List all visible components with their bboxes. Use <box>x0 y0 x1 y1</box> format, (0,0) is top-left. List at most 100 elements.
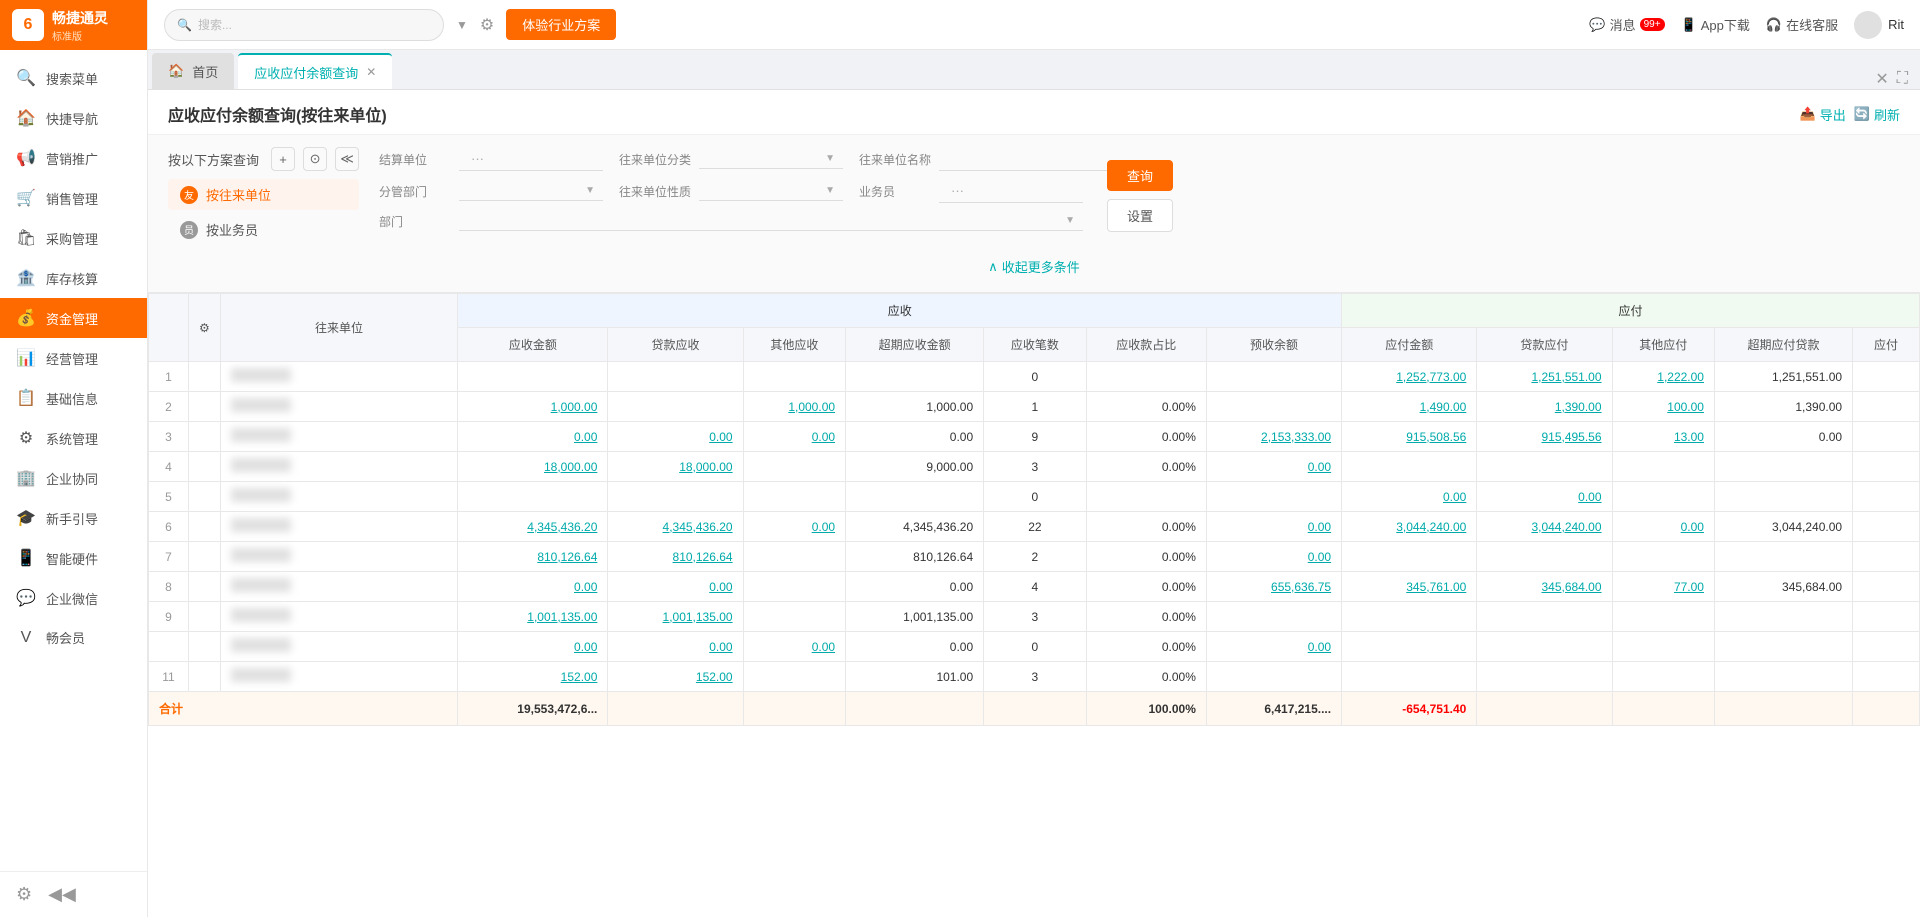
tab-ar-ap[interactable]: 应收应付余额查询 ✕ <box>238 53 392 89</box>
table-link[interactable]: 0.00 <box>812 640 835 654</box>
sidebar-item-warehouse[interactable]: 🏦 库存核算 <box>0 258 147 298</box>
table-link[interactable]: 3,044,240.00 <box>1531 520 1601 534</box>
refresh-btn[interactable]: 🔄 刷新 <box>1854 105 1900 124</box>
window-close-icon[interactable]: ✕ <box>1875 69 1888 89</box>
table-link[interactable]: 810,126.64 <box>673 550 733 564</box>
footer-ar-ratio: 100.00% <box>1086 692 1206 726</box>
sidebar-item-enterprise[interactable]: 🏢 企业协同 <box>0 458 147 498</box>
table-link[interactable]: 0.00 <box>812 520 835 534</box>
filter-option-partner[interactable]: 友 按往来单位 <box>168 179 359 210</box>
department-input[interactable]: ▼ <box>459 211 1083 231</box>
table-link[interactable]: 0.00 <box>1308 550 1331 564</box>
table-link[interactable]: 77.00 <box>1674 580 1704 594</box>
table-link[interactable]: 0.00 <box>709 640 732 654</box>
sidebar-item-vip[interactable]: V 畅会员 <box>0 618 147 657</box>
table-link[interactable]: 1,490.00 <box>1420 400 1467 414</box>
table-link[interactable]: 0.00 <box>709 430 732 444</box>
table-link[interactable]: 345,761.00 <box>1406 580 1466 594</box>
table-link[interactable]: 1,252,773.00 <box>1396 370 1466 384</box>
partner-category-input[interactable]: ▼ <box>699 149 843 169</box>
table-link[interactable]: 0.00 <box>574 430 597 444</box>
tab-bar: 🏠 首页 应收应付余额查询 ✕ ✕ ⛶ <box>148 50 1920 90</box>
table-link[interactable]: 1,000.00 <box>788 400 835 414</box>
collapse-icon[interactable]: ◀◀ <box>48 884 76 905</box>
table-link[interactable]: 152.00 <box>561 670 598 684</box>
query-btn[interactable]: 查询 <box>1107 160 1173 191</box>
topbar-chevron[interactable]: ▼ <box>456 18 468 32</box>
sidebar-item-wechat[interactable]: 💬 企业微信 <box>0 578 147 618</box>
table-link[interactable]: 810,126.64 <box>537 550 597 564</box>
table-link[interactable]: 1,251,551.00 <box>1531 370 1601 384</box>
add-filter-btn[interactable]: + <box>271 147 295 171</box>
table-link[interactable]: 152.00 <box>696 670 733 684</box>
table-link[interactable]: 0.00 <box>574 640 597 654</box>
table-link[interactable]: 0.00 <box>709 580 732 594</box>
sidebar-item-system[interactable]: ⚙ 系统管理 <box>0 418 147 458</box>
table-cell: 11 <box>149 662 189 692</box>
table-link[interactable]: 345,684.00 <box>1541 580 1601 594</box>
table-link[interactable]: 915,508.56 <box>1406 430 1466 444</box>
table-link[interactable]: 0.00 <box>1308 520 1331 534</box>
table-link[interactable]: 13.00 <box>1674 430 1704 444</box>
table-settings-icon[interactable]: ⚙ <box>199 321 210 335</box>
sidebar-item-mgmt[interactable]: 📊 经营管理 <box>0 338 147 378</box>
table-link[interactable]: 0.00 <box>1443 490 1466 504</box>
table-link[interactable]: 18,000.00 <box>544 460 597 474</box>
table-link[interactable]: 0.00 <box>574 580 597 594</box>
sidebar-item-purchase[interactable]: 🛍 采购管理 <box>0 218 147 258</box>
table-cell <box>149 632 189 662</box>
sidebar-item-hardware[interactable]: 📱 智能硬件 <box>0 538 147 578</box>
table-link[interactable]: 1,001,135.00 <box>527 610 597 624</box>
table-cell: 100.00 <box>1612 392 1714 422</box>
table-link[interactable]: 0.00 <box>1308 640 1331 654</box>
table-link[interactable]: 3,044,240.00 <box>1396 520 1466 534</box>
table-link[interactable]: 0.00 <box>812 430 835 444</box>
chevron-up-icon: ∧ <box>988 259 998 275</box>
table-link[interactable]: 1,001,135.00 <box>663 610 733 624</box>
partner-nature-input[interactable]: ▼ <box>699 181 843 201</box>
sidebar-item-sales[interactable]: 🛒 销售管理 <box>0 178 147 218</box>
gear-icon[interactable]: ⚙ <box>480 15 494 35</box>
salesperson-input[interactable]: ··· <box>939 179 1083 203</box>
tab-close-icon[interactable]: ✕ <box>366 65 376 79</box>
table-link[interactable]: 1,222.00 <box>1657 370 1704 384</box>
settings-footer-icon[interactable]: ⚙ <box>16 884 32 905</box>
table-link[interactable]: 1,390.00 <box>1555 400 1602 414</box>
sidebar-item-basic[interactable]: 📋 基础信息 <box>0 378 147 418</box>
topbar-search[interactable]: 🔍 搜索... <box>164 9 444 41</box>
filter-option-salesperson[interactable]: 员 按业务员 <box>168 214 359 245</box>
table-cell: 0.00% <box>1086 422 1206 452</box>
settings-btn[interactable]: 设置 <box>1107 199 1173 232</box>
collapse-btn[interactable]: ∧ 收起更多条件 <box>168 253 1900 280</box>
collapse-filter-btn[interactable]: ≪ <box>335 147 359 171</box>
supervisor-dept-input[interactable]: ▼ <box>459 181 603 201</box>
sidebar-item-marketing[interactable]: 📢 营销推广 <box>0 138 147 178</box>
table-link[interactable]: 18,000.00 <box>679 460 732 474</box>
sidebar-item-search[interactable]: 🔍 搜索菜单 <box>0 58 147 98</box>
table-link[interactable]: 915,495.56 <box>1541 430 1601 444</box>
table-link[interactable]: 0.00 <box>1308 460 1331 474</box>
th-settings[interactable]: ⚙ <box>189 294 221 362</box>
window-expand-icon[interactable]: ⛶ <box>1897 70 1908 88</box>
table-link[interactable]: 100.00 <box>1667 400 1704 414</box>
app-download-btn[interactable]: 📱 App下载 <box>1681 15 1750 34</box>
table-link[interactable]: 655,636.75 <box>1271 580 1331 594</box>
industry-btn[interactable]: 体验行业方案 <box>506 9 616 40</box>
table-cell: 1,001,135.00 <box>608 602 743 632</box>
online-service-btn[interactable]: 🎧 在线客服 <box>1766 15 1838 34</box>
table-link[interactable]: 4,345,436.20 <box>527 520 597 534</box>
table-link[interactable]: 4,345,436.20 <box>663 520 733 534</box>
sidebar-item-finance[interactable]: 💰 资金管理 <box>0 298 147 338</box>
settings-filter-btn[interactable]: ⊙ <box>303 147 327 171</box>
table-link[interactable]: 1,000.00 <box>551 400 598 414</box>
user-area[interactable]: Rit <box>1854 11 1904 39</box>
table-link[interactable]: 0.00 <box>1578 490 1601 504</box>
sidebar-item-guide[interactable]: 🎓 新手引导 <box>0 498 147 538</box>
export-btn[interactable]: 📤 导出 <box>1800 105 1846 124</box>
sidebar-item-quick[interactable]: 🏠 快捷导航 <box>0 98 147 138</box>
settlement-unit-input[interactable]: ··· <box>459 147 603 171</box>
messages-btn[interactable]: 💬 消息 99+ <box>1589 15 1664 34</box>
table-link[interactable]: 0.00 <box>1681 520 1704 534</box>
tab-home[interactable]: 🏠 首页 <box>152 53 234 89</box>
table-link[interactable]: 2,153,333.00 <box>1261 430 1331 444</box>
